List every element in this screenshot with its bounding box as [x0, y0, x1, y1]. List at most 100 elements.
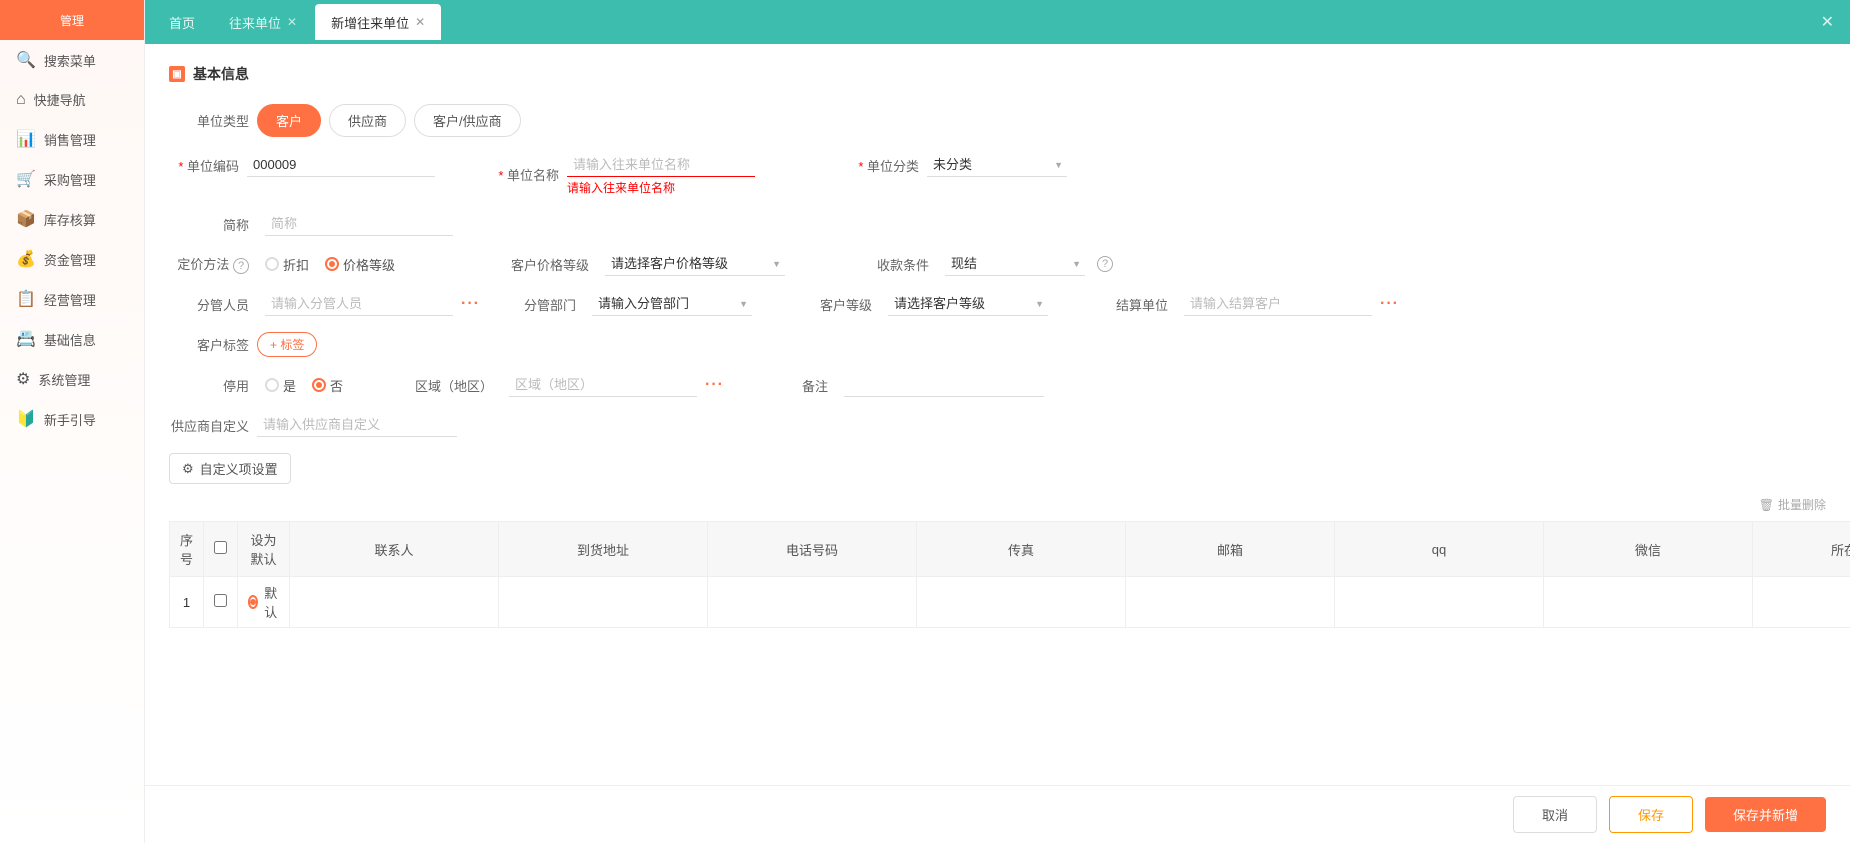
sidebar-item-label: 经营管理: [44, 290, 96, 309]
select-all-checkbox[interactable]: [214, 541, 227, 554]
tab-new-partner[interactable]: 新增往来单位 ✕: [315, 4, 441, 40]
region-input[interactable]: [509, 373, 697, 397]
radio-disabled-no[interactable]: 否: [312, 376, 343, 395]
address-input[interactable]: [509, 591, 697, 614]
supplier-custom-input[interactable]: [257, 413, 457, 437]
email-input[interactable]: [1136, 591, 1324, 614]
cell-index: 1: [170, 577, 204, 628]
save-button[interactable]: 保存: [1609, 796, 1693, 833]
radio-discount[interactable]: 折扣: [265, 255, 309, 274]
tab-close-partner-units[interactable]: ✕: [287, 15, 297, 29]
region-more-btn[interactable]: ···: [705, 376, 724, 394]
batch-delete-label: 批量删除: [1778, 496, 1826, 513]
batch-delete-button[interactable]: 🗑 批量删除: [1759, 496, 1826, 513]
field-pricing-method: 定价方法 ? 折扣 价格等级: [169, 254, 489, 274]
unit-code-input[interactable]: [247, 153, 435, 177]
cell-fax[interactable]: [917, 577, 1126, 628]
manager-more-btn[interactable]: ···: [461, 295, 480, 313]
pricing-method-label: 定价方法 ?: [169, 254, 249, 274]
wechat-input[interactable]: [1554, 591, 1742, 614]
unit-name-label: 单位名称: [489, 165, 559, 184]
field-unit-name: 单位名称 请输入往来单位名称: [489, 153, 809, 196]
save-new-button[interactable]: 保存并新增: [1705, 797, 1826, 832]
pricing-help-icon[interactable]: ?: [233, 258, 249, 274]
sidebar-item-guide[interactable]: 🔰 新手引导: [0, 399, 144, 439]
cell-qq[interactable]: [1335, 577, 1544, 628]
unit-type-buttons: 客户 供应商 客户/供应商: [257, 104, 521, 137]
sidebar-item-quick-nav[interactable]: ⌂ 快捷导航: [0, 80, 144, 119]
field-payment-terms: 收款条件 现结 ?: [849, 252, 1113, 276]
btn-supplier[interactable]: 供应商: [329, 104, 406, 137]
sales-icon: 📊: [16, 129, 36, 149]
remark-input[interactable]: [844, 373, 1044, 397]
payment-terms-help-icon[interactable]: ?: [1097, 256, 1113, 272]
row-pricing: 定价方法 ? 折扣 价格等级 客户价格等级: [169, 252, 1826, 276]
sidebar-item-purchase[interactable]: 🛒 采购管理: [0, 159, 144, 199]
btn-customer[interactable]: 客户: [257, 104, 321, 137]
phone-input[interactable]: [718, 591, 906, 614]
cell-address[interactable]: [499, 577, 708, 628]
tab-label: 新增往来单位: [331, 13, 409, 32]
manager-input[interactable]: [265, 292, 453, 316]
customer-level-select[interactable]: 请选择客户等级: [888, 292, 1048, 316]
contact-input[interactable]: [300, 591, 488, 614]
sidebar-item-inventory[interactable]: 📦 库存核算: [0, 199, 144, 239]
guide-icon: 🔰: [16, 409, 36, 429]
col-wechat: 微信: [1544, 522, 1753, 577]
sidebar-item-label: 销售管理: [44, 130, 96, 149]
settlement-more-btn[interactable]: ···: [1380, 295, 1399, 313]
radio-circle-default: [248, 595, 258, 609]
short-name-input[interactable]: [265, 212, 453, 236]
tab-close-new-partner[interactable]: ✕: [415, 15, 425, 29]
manager-label: 分管人员: [169, 295, 249, 314]
custom-settings-button[interactable]: ⚙ 自定义项设置: [169, 453, 291, 484]
tab-partner-units[interactable]: 往来单位 ✕: [213, 4, 313, 40]
table-row: 1 默认: [170, 577, 1850, 628]
radio-label-yes: 是: [283, 376, 296, 395]
row-checkbox[interactable]: [214, 594, 227, 607]
cell-wechat[interactable]: [1544, 577, 1753, 628]
cancel-button[interactable]: 取消: [1513, 796, 1597, 833]
unit-name-input[interactable]: [567, 153, 755, 177]
sidebar-item-search[interactable]: 🔍 搜索菜单: [0, 40, 144, 80]
add-tag-button[interactable]: + 标签: [257, 332, 317, 357]
unit-category-select[interactable]: 未分类: [927, 153, 1067, 177]
btn-both[interactable]: 客户/供应商: [414, 104, 521, 137]
inventory-icon: 📦: [16, 209, 36, 229]
radio-disabled-yes[interactable]: 是: [265, 376, 296, 395]
settlement-unit-input[interactable]: [1184, 292, 1372, 316]
payment-terms-select[interactable]: 现结: [945, 252, 1085, 276]
department-select[interactable]: 请输入分管部门: [592, 292, 752, 316]
radio-price-level[interactable]: 价格等级: [325, 255, 395, 274]
row-unit-code-name-category: 单位编码 单位名称 请输入往来单位名称 单位分类 未分类: [169, 153, 1826, 196]
department-select-wrapper: 请输入分管部门: [592, 292, 752, 316]
default-label: 默认: [262, 583, 279, 621]
sidebar-item-sales[interactable]: 📊 销售管理: [0, 119, 144, 159]
short-name-label: 简称: [169, 215, 249, 234]
close-all-tabs[interactable]: ✕: [1813, 12, 1842, 32]
area-input[interactable]: [1763, 591, 1850, 614]
sidebar-item-finance[interactable]: 💰 资金管理: [0, 239, 144, 279]
sidebar-item-system[interactable]: ⚙ 系统管理: [0, 359, 144, 399]
tab-home[interactable]: 首页: [153, 7, 211, 38]
sidebar-item-label: 快捷导航: [34, 90, 86, 109]
main-area: 首页 往来单位 ✕ 新增往来单位 ✕ ✕ ▣ 基本信息 单位类型 客户 供应商 …: [145, 0, 1850, 843]
price-level-select-wrapper: 请选择客户价格等级: [605, 252, 785, 276]
sidebar-item-label: 采购管理: [44, 170, 96, 189]
sidebar-item-operations[interactable]: 📋 经营管理: [0, 279, 144, 319]
supplier-custom-label: 供应商自定义: [169, 416, 249, 435]
row-disabled-region: 停用 是 否 区域（地区） ··· 备注: [169, 373, 1826, 397]
cell-email[interactable]: [1126, 577, 1335, 628]
section-header: ▣ 基本信息: [169, 64, 1826, 84]
cell-contact[interactable]: [290, 577, 499, 628]
field-disabled: 停用 是 否: [169, 376, 389, 395]
cell-area[interactable]: [1753, 577, 1850, 628]
qq-input[interactable]: [1345, 591, 1533, 614]
cell-phone[interactable]: [708, 577, 917, 628]
section-title: 基本信息: [193, 64, 249, 84]
default-radio[interactable]: 默认: [248, 583, 279, 621]
customer-price-level-select[interactable]: 请选择客户价格等级: [605, 252, 785, 276]
sidebar-item-basic-info[interactable]: 📇 基础信息: [0, 319, 144, 359]
fax-input[interactable]: [927, 591, 1115, 614]
field-settlement-unit: 结算单位 ···: [1088, 292, 1399, 316]
